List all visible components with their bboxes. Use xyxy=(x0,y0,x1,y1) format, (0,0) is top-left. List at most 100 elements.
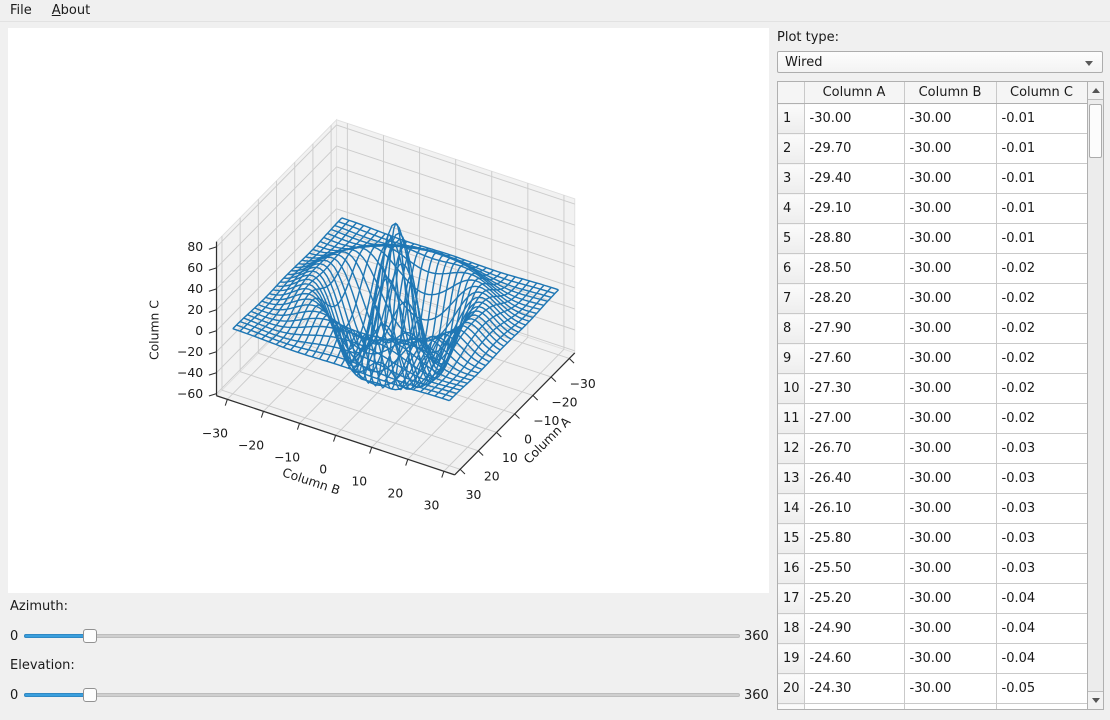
elevation-slider-track[interactable] xyxy=(24,693,740,697)
table-cell[interactable]: -0.04 xyxy=(996,644,1087,674)
table-cell[interactable]: -30.00 xyxy=(904,434,996,464)
table-cell[interactable]: -30.00 xyxy=(904,134,996,164)
table-cell[interactable]: -30.00 xyxy=(904,674,996,704)
table-cell[interactable]: -24.90 xyxy=(804,614,904,644)
table-cell[interactable]: -0.02 xyxy=(996,374,1087,404)
row-number-cell[interactable]: 1 xyxy=(778,104,804,134)
table-cell[interactable]: -30.00 xyxy=(804,104,904,134)
table-cell[interactable]: -30.00 xyxy=(904,254,996,284)
table-cell[interactable] xyxy=(804,704,904,711)
table-cell[interactable]: -30.00 xyxy=(904,374,996,404)
row-number-cell[interactable] xyxy=(778,704,804,711)
table-cell[interactable]: -30.00 xyxy=(904,524,996,554)
row-number-cell[interactable]: 20 xyxy=(778,674,804,704)
row-number-cell[interactable]: 18 xyxy=(778,614,804,644)
row-number-cell[interactable]: 3 xyxy=(778,164,804,194)
row-number-cell[interactable]: 2 xyxy=(778,134,804,164)
row-number-cell[interactable]: 8 xyxy=(778,314,804,344)
column-header-a[interactable]: Column A xyxy=(804,82,904,104)
table-cell[interactable]: -27.90 xyxy=(804,314,904,344)
menu-item-about[interactable]: About xyxy=(42,1,100,20)
row-number-cell[interactable]: 16 xyxy=(778,554,804,584)
table-cell[interactable]: -25.20 xyxy=(804,584,904,614)
table-cell[interactable]: -30.00 xyxy=(904,464,996,494)
table-cell[interactable]: -24.60 xyxy=(804,644,904,674)
table-cell[interactable]: -24.30 xyxy=(804,674,904,704)
table-cell[interactable]: -0.04 xyxy=(996,584,1087,614)
table-cell[interactable]: -30.00 xyxy=(904,194,996,224)
table-cell[interactable]: -26.10 xyxy=(804,494,904,524)
elevation-slider-handle[interactable] xyxy=(83,688,97,702)
table-cell[interactable]: -0.02 xyxy=(996,284,1087,314)
table-cell[interactable]: -0.03 xyxy=(996,554,1087,584)
scroll-up-button[interactable] xyxy=(1088,82,1103,100)
scrollbar-thumb[interactable] xyxy=(1089,104,1102,158)
table-cell[interactable]: -25.50 xyxy=(804,554,904,584)
table-cell[interactable]: -27.00 xyxy=(804,404,904,434)
table-cell[interactable]: -30.00 xyxy=(904,344,996,374)
table-cell[interactable]: -0.01 xyxy=(996,224,1087,254)
table-cell[interactable]: -0.03 xyxy=(996,494,1087,524)
table-cell[interactable]: -0.02 xyxy=(996,254,1087,284)
table-cell[interactable] xyxy=(904,704,996,711)
table-cell[interactable]: -0.01 xyxy=(996,164,1087,194)
plot-type-dropdown[interactable]: Wired xyxy=(777,51,1103,73)
table-cell[interactable]: -30.00 xyxy=(904,404,996,434)
table-cell[interactable] xyxy=(996,704,1087,711)
row-number-cell[interactable]: 10 xyxy=(778,374,804,404)
table-cell[interactable]: -27.30 xyxy=(804,374,904,404)
table-cell[interactable]: -0.05 xyxy=(996,674,1087,704)
table-cell[interactable]: -26.40 xyxy=(804,464,904,494)
column-header-c[interactable]: Column C xyxy=(996,82,1087,104)
row-number-cell[interactable]: 7 xyxy=(778,284,804,314)
table-cell[interactable]: -0.03 xyxy=(996,434,1087,464)
column-header-b[interactable]: Column B xyxy=(904,82,996,104)
elevation-slider[interactable] xyxy=(24,688,740,702)
table-cell[interactable]: -0.03 xyxy=(996,524,1087,554)
table-cell[interactable]: -30.00 xyxy=(904,164,996,194)
table-cell[interactable]: -28.80 xyxy=(804,224,904,254)
table-cell[interactable]: -26.70 xyxy=(804,434,904,464)
row-number-cell[interactable]: 15 xyxy=(778,524,804,554)
table-cell[interactable]: -0.03 xyxy=(996,464,1087,494)
table-cell[interactable]: -30.00 xyxy=(904,284,996,314)
vertical-scrollbar[interactable] xyxy=(1087,82,1103,709)
row-number-cell[interactable]: 19 xyxy=(778,644,804,674)
table-cell[interactable]: -0.01 xyxy=(996,104,1087,134)
table-cell[interactable]: -30.00 xyxy=(904,584,996,614)
row-number-cell[interactable]: 14 xyxy=(778,494,804,524)
row-number-cell[interactable]: 6 xyxy=(778,254,804,284)
row-number-cell[interactable]: 17 xyxy=(778,584,804,614)
table-cell[interactable]: -30.00 xyxy=(904,104,996,134)
table-cell[interactable]: -29.10 xyxy=(804,194,904,224)
row-number-cell[interactable]: 13 xyxy=(778,464,804,494)
table-cell[interactable]: -0.01 xyxy=(996,134,1087,164)
table-cell[interactable]: -29.70 xyxy=(804,134,904,164)
menu-item-file[interactable]: File xyxy=(0,1,42,20)
row-number-cell[interactable]: 11 xyxy=(778,404,804,434)
scroll-down-button[interactable] xyxy=(1088,691,1103,709)
table-cell[interactable]: -30.00 xyxy=(904,614,996,644)
table-cell[interactable]: -29.40 xyxy=(804,164,904,194)
table-cell[interactable]: -28.20 xyxy=(804,284,904,314)
row-number-cell[interactable]: 5 xyxy=(778,224,804,254)
table-cell[interactable]: -27.60 xyxy=(804,344,904,374)
table-cell[interactable]: -0.04 xyxy=(996,614,1087,644)
row-number-cell[interactable]: 12 xyxy=(778,434,804,464)
azimuth-slider-track[interactable] xyxy=(24,634,740,638)
table-cell[interactable]: -30.00 xyxy=(904,494,996,524)
table-cell[interactable]: -28.50 xyxy=(804,254,904,284)
azimuth-slider[interactable] xyxy=(24,629,740,643)
table-cell[interactable]: -0.02 xyxy=(996,344,1087,374)
table-cell[interactable]: -25.80 xyxy=(804,524,904,554)
table-cell[interactable]: -30.00 xyxy=(904,224,996,254)
table-cell[interactable]: -0.02 xyxy=(996,314,1087,344)
table-cell[interactable]: -0.02 xyxy=(996,404,1087,434)
row-number-cell[interactable]: 9 xyxy=(778,344,804,374)
table-cell[interactable]: -30.00 xyxy=(904,554,996,584)
azimuth-slider-handle[interactable] xyxy=(83,629,97,643)
table-cell[interactable]: -0.01 xyxy=(996,194,1087,224)
row-number-cell[interactable]: 4 xyxy=(778,194,804,224)
table-cell[interactable]: -30.00 xyxy=(904,644,996,674)
table-cell[interactable]: -30.00 xyxy=(904,314,996,344)
